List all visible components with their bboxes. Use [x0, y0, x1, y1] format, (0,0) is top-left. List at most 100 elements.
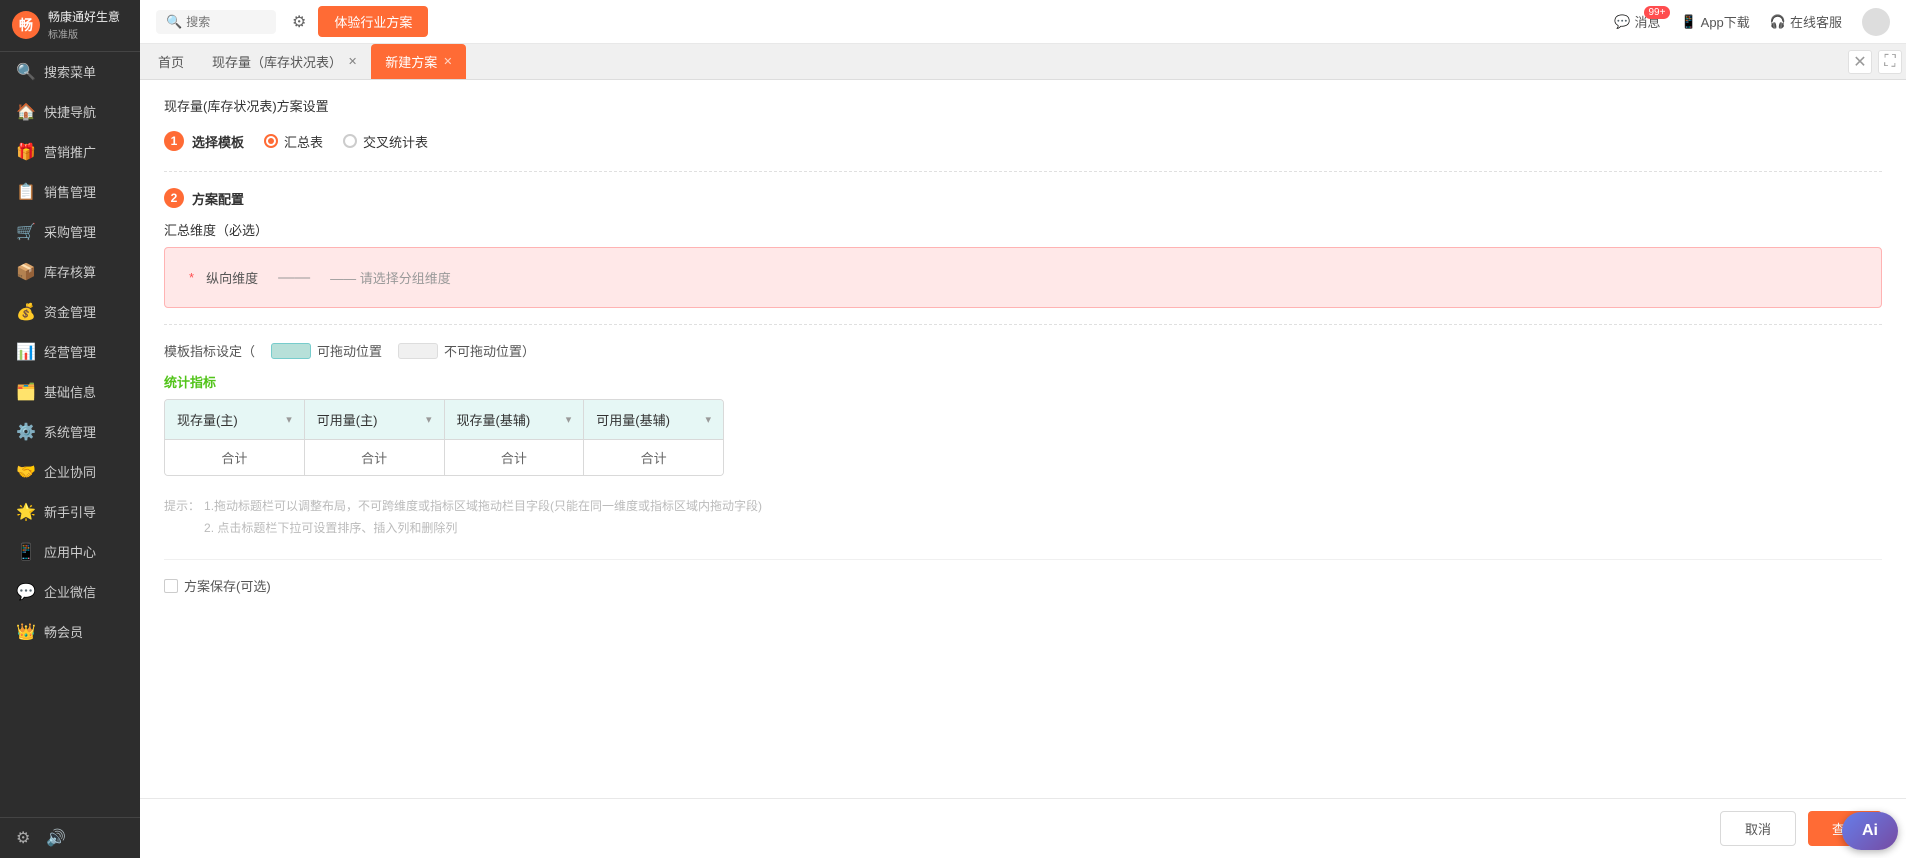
tab-new-scheme-label: 新建方案	[385, 52, 437, 71]
page-title: 现存量(库存状况表)方案设置	[164, 96, 1882, 115]
topbar: 🔍 ⚙ 体验行业方案 💬 消息 99+ 📱 App下载 🎧 在线客服	[140, 0, 1906, 44]
online-service-label: 在线客服	[1790, 12, 1842, 31]
sidebar-item-search[interactable]: 🔍 搜索菜单	[0, 52, 140, 92]
stats-col-3-data: 合计	[445, 440, 585, 475]
save-scheme-checkbox[interactable]	[164, 579, 178, 593]
app-download-item[interactable]: 📱 App下载	[1680, 12, 1749, 31]
audio-footer-icon[interactable]: 🔊	[46, 828, 66, 848]
sidebar-item-label: 系统管理	[44, 422, 96, 441]
sidebar-item-label: 基础信息	[44, 382, 96, 401]
handshake-icon: 🤝	[16, 462, 36, 482]
tip-line-2: 提示： 2. 点击标题栏下拉可设置排序、插入列和删除列	[164, 518, 1882, 540]
save-row: 方案保存(可选)	[164, 559, 1882, 595]
sidebar-item-member[interactable]: 👑 畅会员	[0, 612, 140, 652]
sidebar-item-marketing[interactable]: 🎁 营销推广	[0, 132, 140, 172]
tab-home-label: 首页	[158, 55, 184, 70]
stats-col-1-data: 合计	[165, 440, 305, 475]
stats-section-title: 统计指标	[164, 372, 1882, 391]
sidebar-item-quick-nav[interactable]: 🏠 快捷导航	[0, 92, 140, 132]
sidebar-item-finance[interactable]: 💰 资金管理	[0, 292, 140, 332]
stats-col-3-header[interactable]: 现存量(基辅) ▾	[445, 400, 585, 439]
stats-col-4-label: 可用量(基辅)	[596, 410, 670, 429]
money-icon: 💰	[16, 302, 36, 322]
minimize-icon[interactable]: ✕	[1848, 50, 1872, 74]
sidebar-item-wechat[interactable]: 💬 企业微信	[0, 572, 140, 612]
sidebar-item-label: 新手引导	[44, 502, 96, 521]
chevron-down-col1-icon: ▾	[286, 413, 292, 426]
ai-button[interactable]: Ai	[1842, 812, 1898, 850]
home-icon: 🏠	[16, 102, 36, 122]
step-divider-1	[164, 171, 1882, 172]
sidebar-item-sales[interactable]: 📋 销售管理	[0, 172, 140, 212]
chevron-down-col3-icon: ▾	[566, 413, 572, 426]
mobile-download-icon: 📱	[1680, 14, 1696, 30]
tip-2-text: 2. 点击标题栏下拉可设置排序、插入列和删除列	[204, 518, 457, 540]
draggable-indicator: 可拖动位置	[271, 341, 382, 360]
aggregate-label: 汇总维度（必选）	[164, 220, 1882, 239]
chart-icon: 📊	[16, 342, 36, 362]
radio-cross[interactable]: 交叉统计表	[343, 132, 428, 151]
sales-icon: 📋	[16, 182, 36, 202]
radio-cross-label: 交叉统计表	[363, 132, 428, 151]
message-item[interactable]: 💬 消息 99+	[1614, 12, 1660, 31]
message-icon: 💬	[1614, 14, 1630, 30]
stats-col-2-label: 可用量(主)	[317, 410, 378, 429]
sidebar-item-purchase[interactable]: 🛒 采购管理	[0, 212, 140, 252]
sidebar-item-operations[interactable]: 📊 经营管理	[0, 332, 140, 372]
stats-col-3-label: 现存量(基辅)	[457, 410, 531, 429]
sidebar-item-inventory[interactable]: 📦 库存核算	[0, 252, 140, 292]
stats-table-header: 现存量(主) ▾ 可用量(主) ▾ 现存量(基辅) ▾ 可用量(基辅)	[165, 400, 723, 439]
dimension-field-label: 纵向维度	[206, 268, 258, 287]
app-edition: 标准版	[48, 26, 120, 41]
stats-col-1-header[interactable]: 现存量(主) ▾	[165, 400, 305, 439]
tab-inventory-status[interactable]: 现存量（库存状况表） ✕	[198, 44, 371, 79]
main-area: 🔍 ⚙ 体验行业方案 💬 消息 99+ 📱 App下载 🎧 在线客服 首页	[140, 0, 1906, 858]
gear-settings-icon[interactable]: ⚙	[292, 12, 306, 32]
stats-col-2-header[interactable]: 可用量(主) ▾	[305, 400, 445, 439]
search-icon: 🔍	[16, 62, 36, 82]
non-draggable-box	[398, 343, 438, 359]
stats-col-4-data: 合计	[584, 440, 723, 475]
radio-summary-label: 汇总表	[284, 132, 323, 151]
sidebar-item-basic-info[interactable]: 🗂️ 基础信息	[0, 372, 140, 412]
user-avatar[interactable]	[1862, 8, 1890, 36]
radio-summary[interactable]: 汇总表	[264, 132, 323, 151]
cart-icon: 🛒	[16, 222, 36, 242]
settings-footer-icon[interactable]: ⚙	[16, 828, 30, 848]
tab-home[interactable]: 首页	[144, 46, 198, 77]
sidebar-item-label: 销售管理	[44, 182, 96, 201]
content-area: 现存量(库存状况表)方案设置 1 选择模板 汇总表 交叉统计表	[140, 80, 1906, 798]
trial-button[interactable]: 体验行业方案	[318, 6, 428, 37]
search-input[interactable]	[186, 15, 266, 29]
ai-button-label: Ai	[1862, 822, 1878, 840]
expand-icon[interactable]: ⛶	[1878, 50, 1902, 74]
step2-header: 2 方案配置	[164, 188, 1882, 208]
step1-title: 选择模板	[192, 132, 244, 151]
sidebar-item-app-center[interactable]: 📱 应用中心	[0, 532, 140, 572]
sidebar-item-cooperation[interactable]: 🤝 企业协同	[0, 452, 140, 492]
sidebar-item-label: 资金管理	[44, 302, 96, 321]
gift-icon: 🎁	[16, 142, 36, 162]
search-box[interactable]: 🔍	[156, 10, 276, 34]
sidebar-item-system[interactable]: ⚙️ 系统管理	[0, 412, 140, 452]
panel: 现存量(库存状况表)方案设置 1 选择模板 汇总表 交叉统计表	[140, 80, 1906, 798]
dimension-box: * 纵向维度 —— —— 请选择分组维度	[164, 247, 1882, 308]
tip-1-text: 1.拖动标题栏可以调整布局，不可跨维度或指标区域拖动栏目字段(只能在同一维度或指…	[204, 496, 762, 518]
sidebar-menu: 🔍 搜索菜单 🏠 快捷导航 🎁 营销推广 📋 销售管理 🛒 采购管理 📦 库存核…	[0, 52, 140, 817]
step2-section: 2 方案配置 汇总维度（必选） * 纵向维度 —— —— 请选择分组维度 模板指…	[164, 188, 1882, 595]
step1-header: 1 选择模板 汇总表 交叉统计表	[164, 131, 1882, 151]
app-download-label: App下载	[1701, 12, 1750, 31]
tab-new-scheme[interactable]: 新建方案 ✕	[371, 44, 466, 79]
tab-close-icon[interactable]: ✕	[348, 55, 357, 68]
chevron-down-col2-icon: ▾	[426, 413, 432, 426]
tab-active-close-icon[interactable]: ✕	[443, 55, 452, 68]
stats-col-4-header[interactable]: 可用量(基辅) ▾	[584, 400, 723, 439]
non-draggable-label: 不可拖动位置）	[444, 341, 535, 360]
sidebar-item-label: 营销推广	[44, 142, 96, 161]
app-logo-icon: 畅	[12, 11, 40, 39]
dimension-arrow-icon: ——	[278, 269, 310, 287]
stats-table-body: 合计 合计 合计 合计	[165, 439, 723, 475]
cancel-button[interactable]: 取消	[1720, 811, 1796, 846]
sidebar-item-newbie[interactable]: 🌟 新手引导	[0, 492, 140, 532]
online-service-item[interactable]: 🎧 在线客服	[1770, 12, 1842, 31]
